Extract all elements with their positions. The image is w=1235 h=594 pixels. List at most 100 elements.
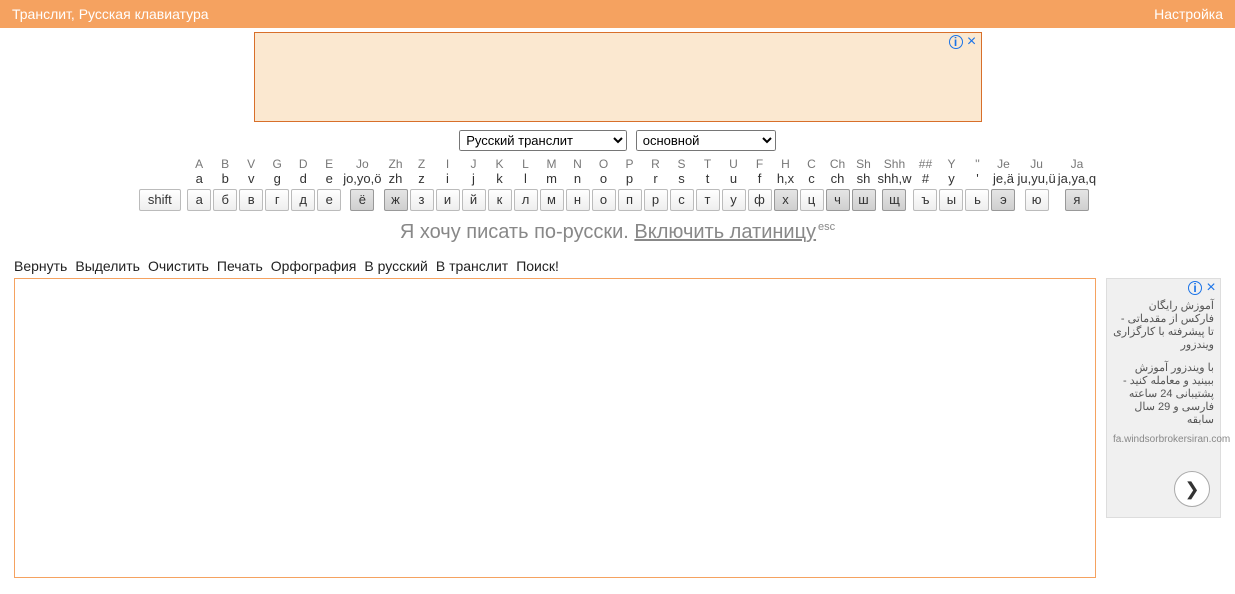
key-button[interactable]: б (213, 189, 237, 211)
key-button[interactable]: ф (748, 189, 772, 211)
key-button[interactable]: м (540, 189, 564, 211)
key-label-upper: N (566, 157, 590, 171)
key-button[interactable]: к (488, 189, 512, 211)
key-label-upper: O (592, 157, 616, 171)
key-button[interactable]: г (265, 189, 289, 211)
ad-close-icon[interactable]: × (965, 35, 979, 49)
toolbar-action[interactable]: Очистить (148, 258, 209, 274)
scheme-select[interactable]: основной (636, 130, 776, 151)
key-col: Ddд (291, 157, 315, 211)
key-col: Jjй (462, 157, 486, 211)
key-col: Mmм (540, 157, 564, 211)
key-col: Jojo,yo,öё (343, 157, 381, 211)
ad-info-icon[interactable]: i (949, 35, 963, 49)
key-col: Llл (514, 157, 538, 211)
key-button[interactable]: ё (350, 189, 374, 211)
toolbar-action[interactable]: В русский (364, 258, 427, 274)
key-col: Ppп (618, 157, 642, 211)
key-label-upper: C (800, 157, 824, 171)
key-button[interactable]: з (410, 189, 434, 211)
side-ad-text1: آموزش رایگان فارکس از مقدماتی - تا پیشرف… (1113, 299, 1214, 351)
key-button[interactable]: е (317, 189, 341, 211)
key-button[interactable]: а (187, 189, 211, 211)
shift-key[interactable]: shift (139, 189, 181, 211)
key-button[interactable]: ц (800, 189, 824, 211)
key-label-translit: p (618, 171, 642, 187)
key-button[interactable]: э (991, 189, 1015, 211)
key-button[interactable]: ш (852, 189, 876, 211)
key-button[interactable]: о (592, 189, 616, 211)
key-button[interactable]: н (566, 189, 590, 211)
key-button[interactable]: у (722, 189, 746, 211)
key-button[interactable]: ж (384, 189, 408, 211)
toolbar-action[interactable]: Выделить (75, 258, 140, 274)
toolbar-action[interactable]: В транслит (436, 258, 508, 274)
key-col: Ggг (265, 157, 289, 211)
main-textarea[interactable] (14, 278, 1096, 578)
key-label-upper: T (696, 157, 720, 171)
key-label-translit: o (592, 171, 616, 187)
key-col: Rrр (644, 157, 668, 211)
key-col: Chchч (826, 157, 850, 211)
toolbar-action[interactable]: Орфография (271, 258, 357, 274)
key-button[interactable]: т (696, 189, 720, 211)
key-button[interactable]: х (774, 189, 798, 211)
key-label-translit: u (722, 171, 746, 187)
toolbar-action[interactable]: Печать (217, 258, 263, 274)
key-label-upper: Zh (384, 157, 408, 171)
settings-link[interactable]: Настройка (1154, 6, 1223, 22)
key-button[interactable]: в (239, 189, 263, 211)
key-col: Ooо (592, 157, 616, 211)
key-label-translit: e (317, 171, 341, 187)
key-label-upper: Ja (1058, 157, 1096, 171)
key-button[interactable]: ю (1025, 189, 1049, 211)
key-button[interactable]: и (436, 189, 460, 211)
key-label-upper: M (540, 157, 564, 171)
toolbar-action[interactable]: Вернуть (14, 258, 67, 274)
key-button[interactable]: п (618, 189, 642, 211)
key-button[interactable]: ь (965, 189, 989, 211)
key-label-upper: Z (410, 157, 434, 171)
ad-next-icon[interactable]: ❯ (1174, 471, 1210, 507)
key-button[interactable]: я (1065, 189, 1089, 211)
header-title[interactable]: Транслит, Русская клавиатура (12, 6, 209, 22)
key-col: Kkк (488, 157, 512, 211)
key-col: Yyы (939, 157, 963, 211)
key-label-upper: G (265, 157, 289, 171)
key-button[interactable]: р (644, 189, 668, 211)
ad-info-icon[interactable]: i (1188, 281, 1202, 295)
ad-close-icon[interactable]: × (1204, 281, 1218, 295)
key-button[interactable]: ы (939, 189, 963, 211)
language-select[interactable]: Русский транслит (459, 130, 627, 151)
key-label-translit: i (436, 171, 460, 187)
key-button[interactable]: с (670, 189, 694, 211)
key-label-upper: A (187, 157, 211, 171)
key-label-upper: V (239, 157, 263, 171)
toggle-latin-link[interactable]: Включить латиницу (634, 221, 816, 243)
key-label-upper: Y (939, 157, 963, 171)
key-label-upper: E (317, 157, 341, 171)
key-col: Shshш (852, 157, 876, 211)
key-button[interactable]: д (291, 189, 315, 211)
key-label-translit: j (462, 171, 486, 187)
key-label-upper: R (644, 157, 668, 171)
key-button[interactable]: й (462, 189, 486, 211)
key-label-translit: g (265, 171, 289, 187)
key-label-translit: d (291, 171, 315, 187)
key-label-upper: K (488, 157, 512, 171)
toolbar-action[interactable]: Поиск! (516, 258, 559, 274)
side-ad-text2: با ویندزور آموزش ببینید و معامله کنید - … (1113, 361, 1214, 426)
key-label-translit: jo,yo,ö (343, 171, 381, 187)
key-label-translit: r (644, 171, 668, 187)
key-button[interactable]: л (514, 189, 538, 211)
key-button[interactable]: ъ (913, 189, 937, 211)
key-label-upper: H (774, 157, 798, 171)
key-col: Vvв (239, 157, 263, 211)
key-label-translit: ' (965, 171, 989, 187)
key-button[interactable]: ч (826, 189, 850, 211)
key-button[interactable]: щ (882, 189, 906, 211)
key-label-upper: S (670, 157, 694, 171)
key-col: Ccц (800, 157, 824, 211)
key-label-upper: F (748, 157, 772, 171)
key-col: Eeе (317, 157, 341, 211)
